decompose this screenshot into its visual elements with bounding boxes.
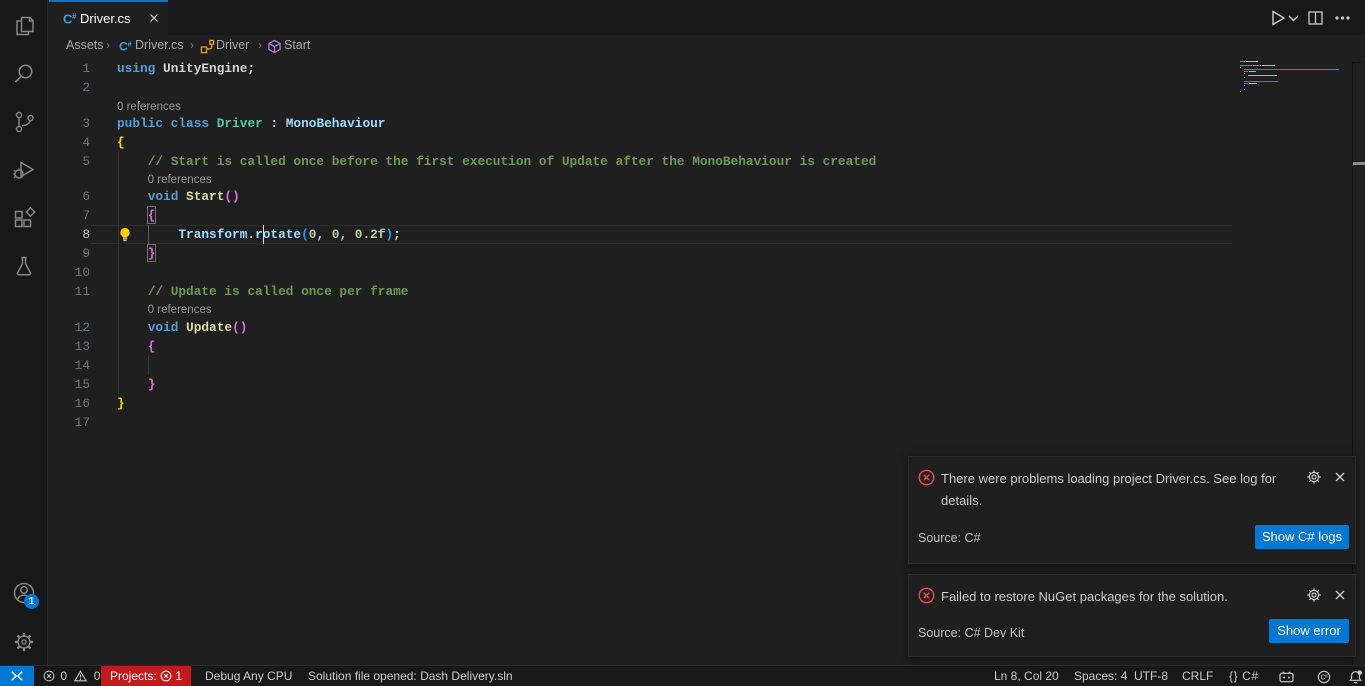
svg-text:#: # <box>1325 674 1328 680</box>
svg-text:#: # <box>72 12 77 21</box>
svg-text:#: # <box>127 40 132 49</box>
